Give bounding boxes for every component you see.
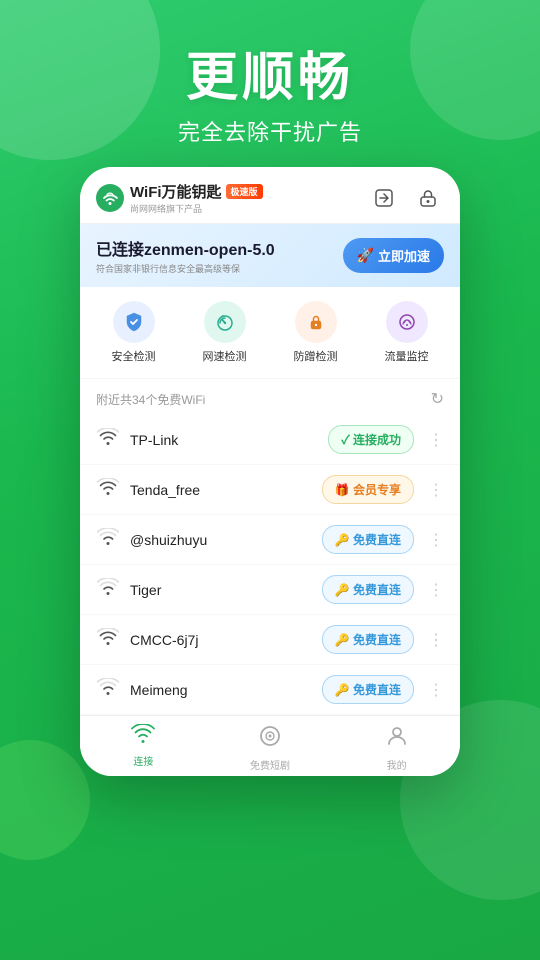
hero-title: 更顺畅 bbox=[0, 50, 540, 107]
speed-icon-circle bbox=[204, 301, 246, 343]
nav-videos-label: 免费短剧 bbox=[250, 757, 290, 772]
tool-guard[interactable]: 防蹭检测 bbox=[294, 301, 338, 364]
tenda-more[interactable]: ⋮ bbox=[428, 480, 444, 500]
profile-nav-icon bbox=[385, 724, 409, 754]
wifi-name-tenda: Tenda_free bbox=[130, 482, 312, 498]
app-name-row: WiFi万能钥匙 极速版 bbox=[130, 181, 263, 202]
wifi-item-cmcc: CMCC-6j7j 🔑 免费直连 ⋮ bbox=[80, 615, 460, 665]
wifi-signal-cmcc bbox=[96, 628, 120, 652]
connected-banner: 已连接zenmen-open-5.0 符合国家非银行信息安全最高级等保 🚀 立即… bbox=[80, 224, 460, 287]
video-nav-icon bbox=[258, 724, 282, 754]
tool-security-label: 安全检测 bbox=[112, 348, 156, 364]
app-header: WiFi万能钥匙 极速版 尚网网络旗下产品 bbox=[80, 167, 460, 224]
tp-link-connect-btn[interactable]: ✓ 连接成功 bbox=[328, 425, 414, 454]
share-icon bbox=[373, 187, 395, 209]
lock-guard-icon bbox=[305, 311, 327, 333]
guard-icon-circle bbox=[295, 301, 337, 343]
header-icons bbox=[368, 182, 444, 214]
nav-profile-label: 我的 bbox=[387, 757, 407, 772]
wifi-name-meimeng: Meimeng bbox=[130, 682, 312, 698]
wifi-nav-icon bbox=[131, 724, 155, 744]
wifi-signal-tiger bbox=[96, 578, 120, 602]
wifi-signal-tenda bbox=[96, 478, 120, 502]
wifi-item-tiger: Tiger 🔑 免费直连 ⋮ bbox=[80, 565, 460, 615]
share-button[interactable] bbox=[368, 182, 400, 214]
wifi-icon-tiger bbox=[97, 578, 119, 596]
connect-nav-icon bbox=[131, 724, 155, 750]
shuizhuyu-more[interactable]: ⋮ bbox=[428, 530, 444, 550]
app-name-block: WiFi万能钥匙 极速版 尚网网络旗下产品 bbox=[130, 181, 263, 215]
hero-section: 更顺畅 完全去除干扰广告 bbox=[0, 0, 540, 167]
wifi-icon-tenda bbox=[97, 478, 119, 496]
lock-icon bbox=[417, 187, 439, 209]
wifi-signal-meimeng bbox=[96, 678, 120, 702]
shuizhuyu-free-btn[interactable]: 🔑 免费直连 bbox=[322, 525, 414, 554]
tool-security[interactable]: 安全检测 bbox=[112, 301, 156, 364]
connected-name: 已连接zenmen-open-5.0 bbox=[96, 236, 343, 260]
wifi-icon bbox=[97, 428, 119, 446]
bottom-nav: 连接 免费短剧 我的 bbox=[80, 715, 460, 776]
tool-traffic-label: 流量监控 bbox=[385, 348, 429, 364]
meimeng-more[interactable]: ⋮ bbox=[428, 680, 444, 700]
app-logo-icon bbox=[96, 184, 124, 212]
quick-tools: 安全检测 网速检测 防蹭检测 bbox=[80, 287, 460, 379]
tool-speed[interactable]: 网速检测 bbox=[203, 301, 247, 364]
wifi-name-tp-link: TP-Link bbox=[130, 432, 318, 448]
wifi-list-header: 附近共34个免费WiFi ↻ bbox=[80, 379, 460, 415]
security-icon-circle bbox=[113, 301, 155, 343]
cmcc-more[interactable]: ⋮ bbox=[428, 630, 444, 650]
user-icon bbox=[385, 724, 409, 748]
tool-speed-label: 网速检测 bbox=[203, 348, 247, 364]
wifi-name-shuizhuyu: @shuizhuyu bbox=[130, 532, 312, 548]
connected-desc: 符合国家非银行信息安全最高级等保 bbox=[96, 262, 343, 275]
lock-button[interactable] bbox=[412, 182, 444, 214]
wifi-signal-shuizhuyu bbox=[96, 528, 120, 552]
cmcc-free-btn[interactable]: 🔑 免费直连 bbox=[322, 625, 414, 654]
traffic-icon-circle bbox=[386, 301, 428, 343]
tp-link-more[interactable]: ⋮ bbox=[428, 430, 444, 450]
signal-monitor-icon bbox=[396, 311, 418, 333]
refresh-button[interactable]: ↻ bbox=[431, 389, 444, 409]
rocket-icon: 🚀 bbox=[357, 247, 374, 264]
tiger-more[interactable]: ⋮ bbox=[428, 580, 444, 600]
nav-connect[interactable]: 连接 bbox=[80, 724, 207, 772]
phone-mockup: WiFi万能钥匙 极速版 尚网网络旗下产品 bbox=[80, 167, 460, 776]
nav-connect-label: 连接 bbox=[133, 753, 153, 768]
wifi-list: TP-Link ✓ 连接成功 ⋮ Tenda_free 🎁 会员专享 ⋮ bbox=[80, 415, 460, 715]
app-name: WiFi万能钥匙 bbox=[130, 181, 222, 202]
wifi-count: 附近共34个免费WiFi bbox=[96, 391, 205, 408]
wifi-icon-shui bbox=[97, 528, 119, 546]
nav-videos[interactable]: 免费短剧 bbox=[207, 724, 334, 772]
speed-badge: 极速版 bbox=[226, 184, 263, 199]
tool-traffic[interactable]: 流量监控 bbox=[385, 301, 429, 364]
play-circle-icon bbox=[258, 724, 282, 748]
nav-profile[interactable]: 我的 bbox=[333, 724, 460, 772]
wifi-signal-tp-link bbox=[96, 428, 120, 452]
wifi-icon-meimeng bbox=[97, 678, 119, 696]
tool-guard-label: 防蹭检测 bbox=[294, 348, 338, 364]
tenda-vip-btn[interactable]: 🎁 会员专享 bbox=[322, 475, 414, 504]
shield-icon bbox=[123, 311, 145, 333]
wifi-icon-cmcc bbox=[97, 628, 119, 646]
tiger-free-btn[interactable]: 🔑 免费直连 bbox=[322, 575, 414, 604]
boost-label: 立即加速 bbox=[378, 246, 430, 265]
wifi-item-shuizhuyu: @shuizhuyu 🔑 免费直连 ⋮ bbox=[80, 515, 460, 565]
hero-subtitle: 完全去除干扰广告 bbox=[0, 115, 540, 147]
wifi-item-meimeng: Meimeng 🔑 免费直连 ⋮ bbox=[80, 665, 460, 715]
wifi-name-cmcc: CMCC-6j7j bbox=[130, 632, 312, 648]
wifi-item-tp-link: TP-Link ✓ 连接成功 ⋮ bbox=[80, 415, 460, 465]
app-logo: WiFi万能钥匙 极速版 尚网网络旗下产品 bbox=[96, 181, 263, 215]
wifi-item-tenda: Tenda_free 🎁 会员专享 ⋮ bbox=[80, 465, 460, 515]
connected-info: 已连接zenmen-open-5.0 符合国家非银行信息安全最高级等保 bbox=[96, 236, 343, 275]
wifi-name-tiger: Tiger bbox=[130, 582, 312, 598]
speedometer-icon bbox=[214, 311, 236, 333]
app-sub: 尚网网络旗下产品 bbox=[130, 202, 263, 215]
boost-button[interactable]: 🚀 立即加速 bbox=[343, 238, 444, 273]
meimeng-free-btn[interactable]: 🔑 免费直连 bbox=[322, 675, 414, 704]
